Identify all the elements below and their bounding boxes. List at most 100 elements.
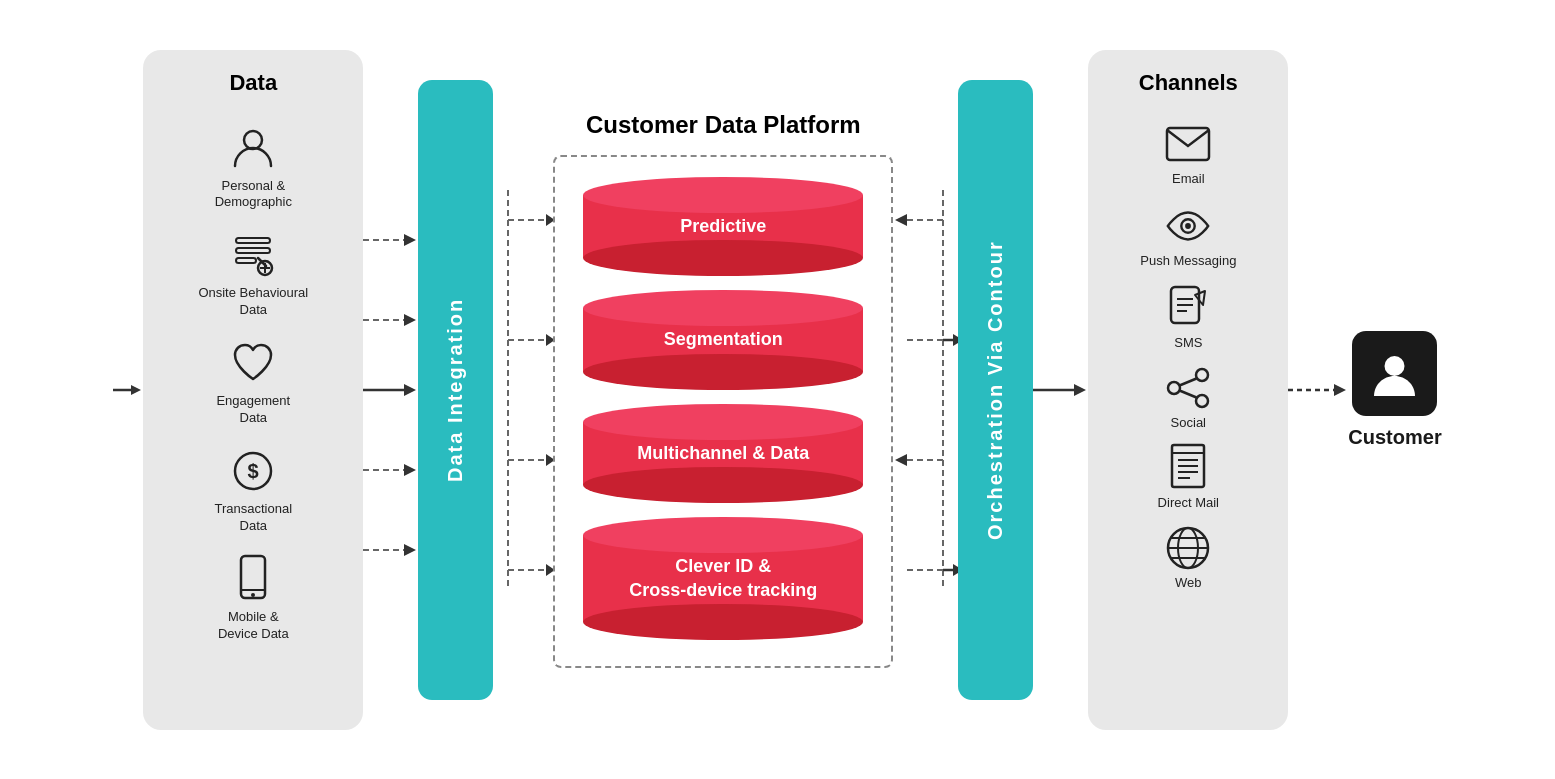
svg-marker-26: [546, 214, 553, 226]
integration-to-cdp-arrows: [493, 130, 553, 650]
svg-marker-28: [546, 334, 553, 346]
cdp-layer-predictive: Predictive: [583, 177, 863, 276]
svg-point-54: [1168, 382, 1180, 394]
sms-label: SMS: [1174, 335, 1202, 350]
svg-marker-30: [546, 454, 553, 466]
integration-label: Data Integration: [444, 297, 467, 481]
svg-point-2: [244, 131, 262, 149]
orch-to-channels-arrow: [1033, 140, 1088, 640]
cdp-box: Predictive Segmentation: [553, 155, 893, 668]
data-item-engagement: EngagementData: [216, 337, 290, 427]
predictive-ellipse-bottom: [583, 240, 863, 276]
diagram-container: Data Personal &Demographic: [28, 10, 1528, 770]
email-label: Email: [1172, 171, 1205, 186]
person-icon: [227, 122, 279, 174]
orch-channels-svg: [1033, 383, 1088, 397]
cdp-section: Customer Data Platform Predictive Seg: [553, 111, 893, 668]
channel-item-directmail: Direct Mail: [1158, 444, 1219, 510]
heart-icon: [227, 337, 279, 389]
svg-marker-45: [1074, 384, 1086, 396]
data-panel-title: Data: [229, 70, 277, 96]
svg-point-48: [1185, 223, 1191, 229]
cdp-orch-svg: [893, 130, 958, 650]
channel-item-web: Web: [1164, 524, 1212, 590]
svg-marker-38: [895, 454, 907, 466]
svg-marker-35: [895, 214, 907, 226]
engagement-label: EngagementData: [216, 393, 290, 427]
share-icon: [1164, 364, 1212, 412]
channels-panel-title: Channels: [1139, 70, 1238, 96]
data-to-integration-arrows: [363, 140, 418, 640]
cdp-layer-multichannel: Multichannel & Data: [583, 404, 863, 503]
customer-label: Customer: [1348, 426, 1441, 449]
channels-to-customer-arrow: [1288, 383, 1348, 397]
segmentation-ellipse-bottom: [583, 354, 863, 390]
integration-cdp-svg: [493, 130, 553, 650]
data-item-transactional: $ TransactionalData: [215, 445, 293, 535]
data-item-mobile: Mobile &Device Data: [218, 553, 289, 643]
svg-line-56: [1180, 378, 1197, 385]
channel-item-email: Email: [1164, 120, 1212, 186]
svg-marker-23: [404, 544, 416, 556]
cursor-icon: [227, 229, 279, 281]
directmail-label: Direct Mail: [1158, 495, 1219, 510]
channel-item-sms: SMS: [1164, 284, 1212, 350]
multichannel-ellipse-top: [583, 404, 863, 440]
cdp-title: Customer Data Platform: [586, 111, 861, 139]
customer-section: Customer: [1348, 331, 1441, 449]
svg-marker-32: [546, 564, 553, 576]
entry-arrow-svg: [113, 383, 143, 397]
mobile-label: Mobile &Device Data: [218, 609, 289, 643]
channel-item-social: Social: [1164, 364, 1212, 430]
onsite-label: Onsite BehaviouralData: [198, 285, 308, 319]
svg-point-55: [1196, 395, 1208, 407]
cdp-to-orchestration-arrows: [893, 130, 958, 650]
customer-avatar: [1352, 331, 1437, 416]
svg-marker-15: [404, 384, 416, 396]
predictive-ellipse-top: [583, 177, 863, 213]
globe-icon: [1164, 524, 1212, 572]
svg-rect-46: [1167, 128, 1209, 160]
mail-icon: [1164, 444, 1212, 492]
dollar-icon: $: [227, 445, 279, 497]
svg-rect-11: [241, 556, 265, 598]
web-label: Web: [1175, 575, 1202, 590]
channels-panel: Channels Email: [1088, 50, 1288, 730]
email-icon: [1164, 120, 1212, 168]
svg-point-72: [1385, 356, 1405, 376]
personal-label: Personal &Demographic: [215, 178, 292, 212]
customer-avatar-svg: [1367, 346, 1422, 401]
entry-arrow: [113, 383, 143, 397]
cleverid-ellipse-top: [583, 517, 863, 553]
orchestration-bar: Orchestration Via Contour: [958, 80, 1033, 700]
data-arrows-svg: [363, 140, 418, 640]
eye-icon: [1164, 202, 1212, 250]
svg-rect-3: [236, 238, 270, 243]
svg-point-53: [1196, 369, 1208, 381]
svg-rect-5: [236, 258, 256, 263]
svg-marker-17: [404, 234, 416, 246]
data-item-onsite: Onsite BehaviouralData: [198, 229, 308, 319]
svg-rect-4: [236, 248, 270, 253]
mobile-icon: [227, 553, 279, 605]
multichannel-ellipse-bottom: [583, 467, 863, 503]
push-label: Push Messaging: [1140, 253, 1236, 268]
integration-bar: Data Integration: [418, 80, 493, 700]
svg-point-13: [251, 593, 255, 597]
channels-customer-svg: [1288, 383, 1348, 397]
section-wrapper: Data Personal &Demographic: [113, 30, 1441, 750]
social-label: Social: [1171, 415, 1206, 430]
channel-item-push: Push Messaging: [1140, 202, 1236, 268]
sms-icon: [1164, 284, 1212, 332]
svg-marker-21: [404, 464, 416, 476]
orchestration-label: Orchestration Via Contour: [984, 240, 1007, 540]
cdp-layer-segmentation: Segmentation: [583, 290, 863, 389]
cleverid-ellipse-bottom: [583, 604, 863, 640]
data-item-personal: Personal &Demographic: [215, 122, 292, 212]
data-panel: Data Personal &Demographic: [143, 50, 363, 730]
svg-text:$: $: [248, 460, 259, 482]
svg-marker-71: [1334, 384, 1346, 396]
transactional-label: TransactionalData: [215, 501, 293, 535]
svg-marker-19: [404, 314, 416, 326]
svg-line-57: [1180, 390, 1197, 397]
